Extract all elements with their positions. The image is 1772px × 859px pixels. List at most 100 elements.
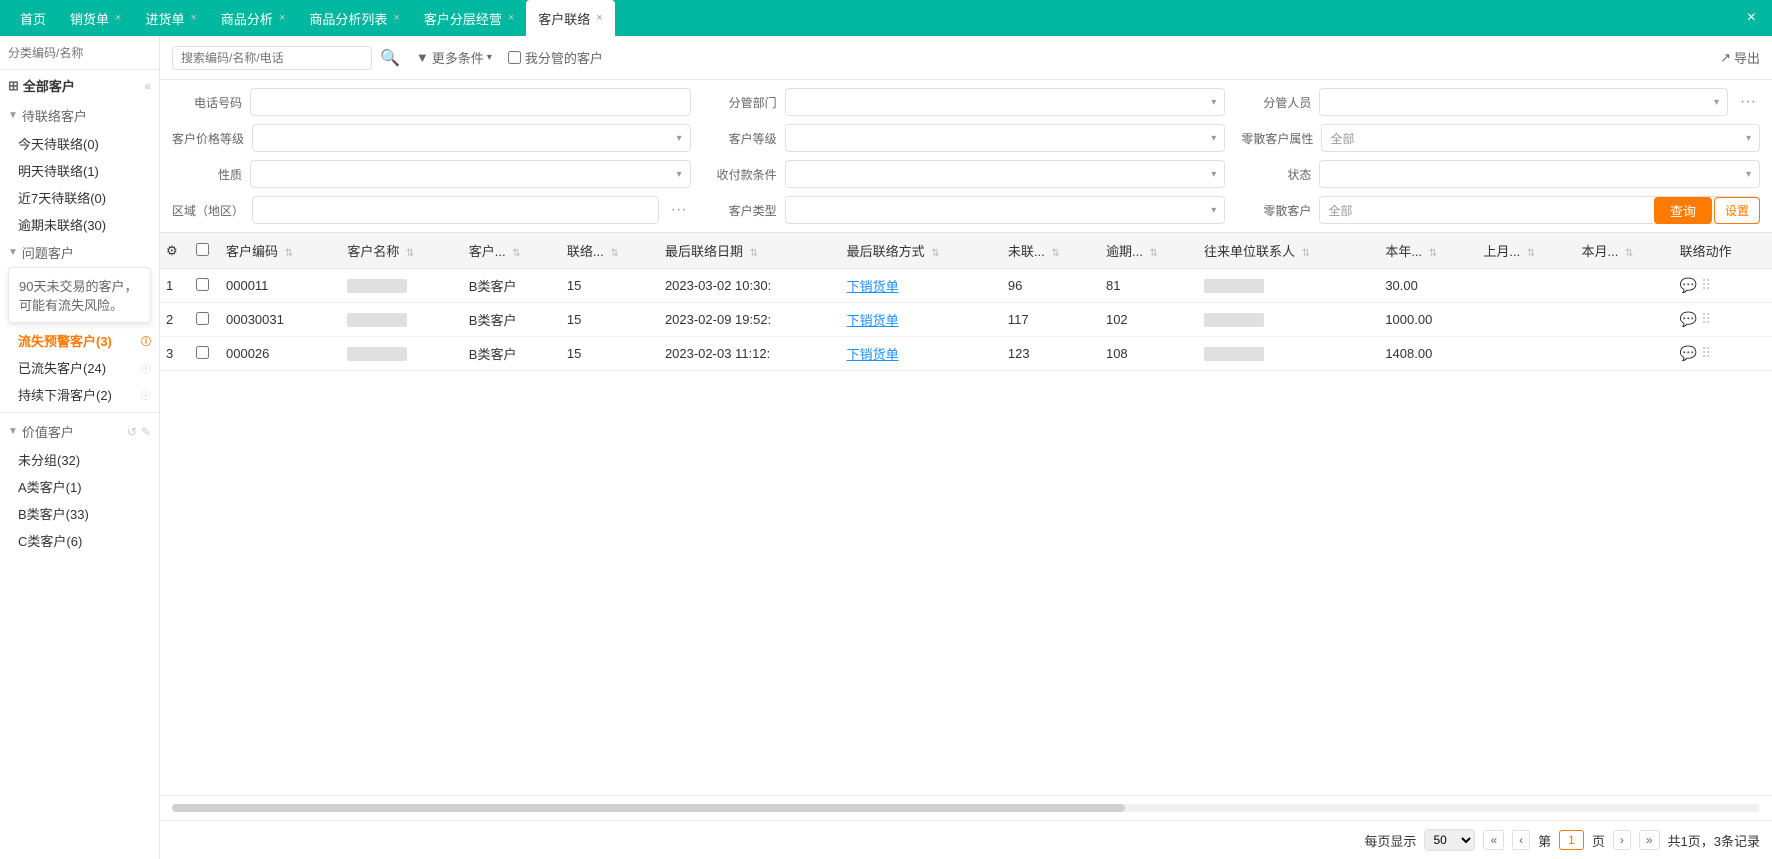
sidebar-group-value[interactable]: ▼ 价值客户 ↺ ✎ [0,417,159,446]
overdue-col-header[interactable]: 逾期... ⇅ [1100,233,1198,269]
sidebar-group-problem[interactable]: ▼ 问题客户 [0,238,159,267]
tab-sales[interactable]: 销货单 × [58,0,133,36]
row1-more-icon[interactable]: ⠿ [1701,277,1711,294]
sidebar-search-box: 🔍 [0,36,159,70]
per-page-select[interactable]: 50 100 [1424,829,1475,851]
phone-input[interactable] [250,88,691,116]
sidebar-search-input[interactable] [8,46,160,60]
tab-analysis-list[interactable]: 商品分析列表 × [297,0,411,36]
code-col-header[interactable]: 客户编码 ⇅ [220,233,341,269]
tab-sales-close[interactable]: × [115,12,121,24]
tab-analysis-close[interactable]: × [279,12,285,24]
row3-more-icon[interactable]: ⠿ [1701,345,1711,362]
sidebar-item-week[interactable]: 近7天待联络(0) [0,184,159,211]
row3-checkbox[interactable] [190,337,220,371]
sidebar-item-class-a[interactable]: A类客户(1) [0,473,159,500]
row1-last-method[interactable]: 下销货单 [841,269,1002,303]
row2-checkbox[interactable] [190,303,220,337]
price-level-select[interactable]: ▾ [252,124,691,152]
this-year-col-header[interactable]: 本年... ⇅ [1379,233,1477,269]
contact-col-header[interactable]: 联络... ⇅ [561,233,659,269]
row2-link[interactable]: 下销货单 [847,313,899,328]
region-select[interactable] [252,196,659,224]
settings-col-header[interactable]: ⚙ [160,233,190,269]
sidebar-item-churned[interactable]: 已流失客户(24) ⓘ [0,354,159,381]
sidebar-item-class-b[interactable]: B类客户(33) [0,500,159,527]
horizontal-scrollbar-thumb[interactable] [172,804,1125,812]
tab-home[interactable]: 首页 [8,0,58,36]
type-col-header[interactable]: 客户... ⇅ [463,233,561,269]
filter-search-input[interactable] [172,46,372,70]
refresh-icon[interactable]: ↺ [127,425,137,439]
uncontacted-col-header[interactable]: 未联... ⇅ [1002,233,1100,269]
row1-link[interactable]: 下销货单 [847,279,899,294]
row3-chat-icon[interactable]: 💬 [1680,345,1697,362]
status-select[interactable]: ▾ [1319,160,1760,188]
row1-checkbox[interactable] [190,269,220,303]
checkbox-col-header[interactable] [190,233,220,269]
tab-customer-segment-close[interactable]: × [508,12,514,24]
row1-chat-icon[interactable]: 💬 [1680,277,1697,294]
tab-customer-segment[interactable]: 客户分层经营 × [412,0,526,36]
tab-customer-contact-close[interactable]: × [596,12,602,24]
sidebar-item-class-c[interactable]: C类客户(6) [0,527,159,554]
content-area: 🔍 ▼ 更多条件 ▾ 我分管的客户 ↗ 导出 电话号码 [160,36,1772,859]
horizontal-scrollbar-track[interactable] [172,804,1760,812]
edit-icon[interactable]: ✎ [141,425,151,439]
sidebar-collapse-btn[interactable]: « [144,79,151,93]
select-all-checkbox[interactable] [196,243,209,256]
price-level-dropdown-icon: ▾ [677,133,682,144]
prev-page-button[interactable]: ‹ [1512,830,1530,850]
sidebar-item-tomorrow[interactable]: 明天待联络(1) [0,157,159,184]
tab-analysis-list-close[interactable]: × [393,12,399,24]
last-contact-method-col-header[interactable]: 最后联络方式 ⇅ [841,233,1002,269]
next-page-button[interactable]: › [1613,830,1631,850]
all-customers-header[interactable]: ⊞ 全部客户 « [0,70,159,101]
tab-purchase-close[interactable]: × [190,12,196,24]
my-customers-check[interactable] [508,51,521,64]
region-more-button[interactable]: ··· [667,201,691,219]
gender-select[interactable]: ▾ [250,160,691,188]
filter-more-conditions-button[interactable]: ▼ 更多条件 ▾ [408,44,500,71]
name-col-label: 客户名称 [347,244,399,259]
manager-more-button[interactable]: ··· [1736,93,1760,111]
sidebar-item-declining[interactable]: 持续下滑客户(2) ⓘ [0,381,159,408]
last-month-col-header[interactable]: 上月... ⇅ [1477,233,1575,269]
horizontal-scroll-area[interactable] [160,795,1772,820]
this-month-col-header[interactable]: 本月... ⇅ [1575,233,1673,269]
row2-more-icon[interactable]: ⠿ [1701,311,1711,328]
name-col-header[interactable]: 客户名称 ⇅ [341,233,462,269]
row3-last-method[interactable]: 下销货单 [841,337,1002,371]
row2-chat-icon[interactable]: 💬 [1680,311,1697,328]
last-contact-date-col-header[interactable]: 最后联络日期 ⇅ [659,233,841,269]
row2-this-year: 1000.00 [1379,303,1477,337]
tab-purchase[interactable]: 进货单 × [133,0,208,36]
dept-select[interactable]: ▾ [785,88,1226,116]
manager-select[interactable]: ▾ [1319,88,1728,116]
payment-select[interactable]: ▾ [785,160,1226,188]
sidebar-item-overdue[interactable]: 逾期未联络(30) [0,211,159,238]
row1-last-date: 2023-03-02 10:30: [659,269,841,303]
settings-button[interactable]: 设置 [1714,197,1760,224]
tab-customer-contact[interactable]: 客户联络 × [526,0,614,36]
zero-retail-select[interactable]: 全部 ▾ [1321,124,1760,152]
filter-search-button[interactable]: 🔍 [380,48,400,68]
sidebar-group-pending[interactable]: ▼ 待联络客户 [0,101,159,130]
window-close-button[interactable]: × [1739,9,1764,27]
first-page-button[interactable]: « [1483,830,1504,850]
tab-analysis[interactable]: 商品分析 × [209,0,297,36]
row2-last-method[interactable]: 下销货单 [841,303,1002,337]
query-button[interactable]: 查询 [1654,197,1712,224]
contact-person-col-header[interactable]: 往来单位联系人 ⇅ [1198,233,1379,269]
sidebar-item-unclassified[interactable]: 未分组(32) [0,446,159,473]
customer-type-select[interactable]: ▾ [785,196,1226,224]
export-button[interactable]: ↗ 导出 [1720,48,1760,67]
this-month-sort-icon: ⇅ [1625,248,1633,259]
filter-my-customers-checkbox[interactable]: 我分管的客户 [508,48,603,67]
sidebar-item-churn-warning[interactable]: 流失预警客户(3) ⓘ [0,327,159,354]
row3-link[interactable]: 下销货单 [847,347,899,362]
table-settings-icon[interactable]: ⚙ [166,243,178,258]
customer-level-select[interactable]: ▾ [785,124,1226,152]
sidebar-item-today[interactable]: 今天待联络(0) [0,130,159,157]
last-page-button[interactable]: » [1639,830,1660,850]
